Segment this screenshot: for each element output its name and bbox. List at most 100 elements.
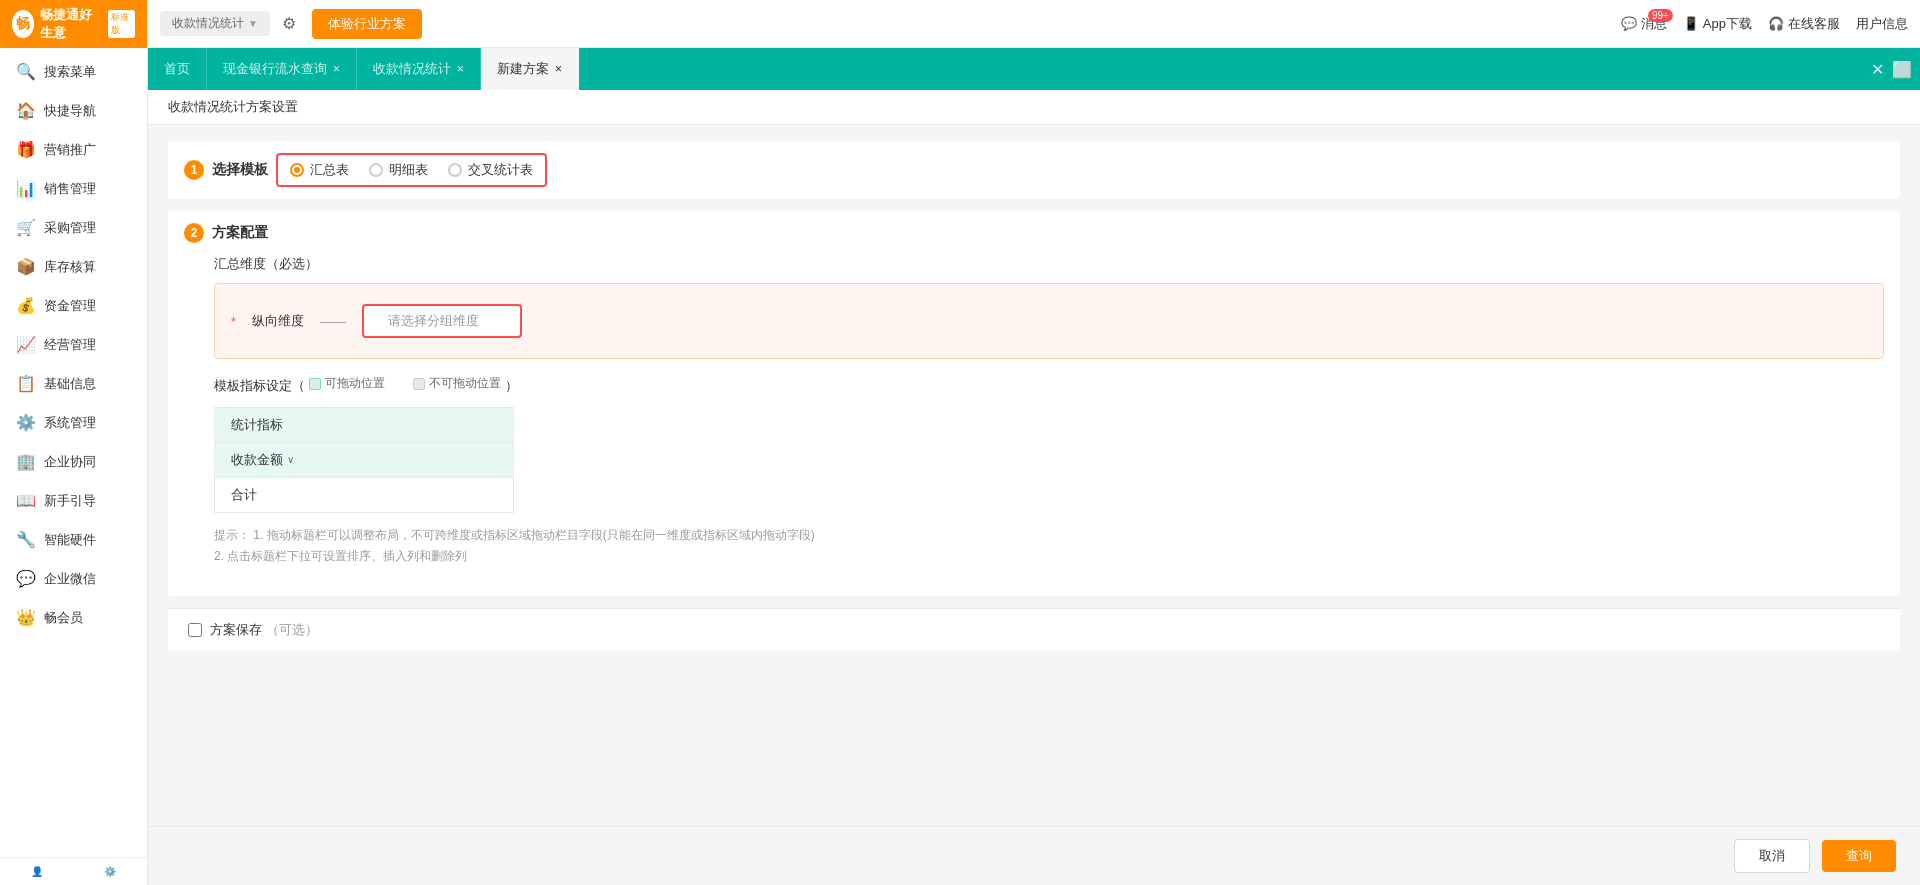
row-label: 纵向维度 [252, 312, 304, 330]
sidebar-item-finance[interactable]: 💰 资金管理 [0, 286, 147, 325]
app-download-label: App下载 [1703, 15, 1752, 33]
draggable-legend: 可拖动位置 [309, 375, 385, 392]
metrics-dropdown-arrow-icon: ∨ [287, 454, 294, 465]
sidebar-item-label: 快捷导航 [44, 102, 96, 120]
clipboard-icon: 📋 [16, 374, 36, 393]
metrics-table-row[interactable]: 收款金额 ∨ [215, 443, 513, 477]
trending-icon: 📈 [16, 335, 36, 354]
template-option-detail[interactable]: 明细表 [369, 161, 428, 179]
online-service-btn[interactable]: 🎧 在线客服 [1768, 15, 1840, 33]
template-cross-label: 交叉统计表 [468, 161, 533, 179]
metrics-section: 模板指标设定（ 可拖动位置 不可拖动位置 ） [214, 375, 1884, 513]
tab-home[interactable]: 首页 [148, 48, 207, 90]
logo-icon: 畅 [12, 10, 34, 38]
sidebar-item-smart-hw[interactable]: 🔧 智能硬件 [0, 520, 147, 559]
building-icon: 🏢 [16, 452, 36, 471]
tab-bank-flow-label: 现金银行流水查询 [223, 60, 327, 78]
dimension-arrow-icon: —— [320, 314, 346, 329]
metric-name: 收款金额 [231, 451, 283, 469]
metrics-dropdown[interactable]: 收款金额 ∨ [231, 451, 294, 469]
messages-btn[interactable]: 💬 消息 99+ [1621, 15, 1667, 33]
sidebar-item-guide[interactable]: 📖 新手引导 [0, 481, 147, 520]
dimension-area: * 纵向维度 —— 请选择分组维度 [214, 283, 1884, 359]
sidebar-item-wechat[interactable]: 💬 企业微信 [0, 559, 147, 598]
tab-receipt-stat-label: 收款情况统计 [373, 60, 451, 78]
step1-section: 1 选择模板 汇总表 明细表 [168, 141, 1900, 199]
gear-settings-icon[interactable]: ⚙ [282, 14, 296, 33]
content-area: 收款情况统计方案设置 1 选择模板 汇总表 [148, 90, 1920, 826]
tab-bank-flow[interactable]: 现金银行流水查询 × [207, 48, 357, 90]
step2-label: 方案配置 [212, 224, 268, 242]
sidebar-item-label: 经营管理 [44, 336, 96, 354]
crown-icon: 👑 [16, 608, 36, 627]
logo-text: 畅捷通好生意 [40, 6, 100, 42]
template-option-summary[interactable]: 汇总表 [290, 161, 349, 179]
app-icon: 📱 [1683, 16, 1699, 31]
tab-maximize-icon[interactable]: ⬜ [1892, 60, 1912, 79]
user-info-text: 用户信息 [1856, 15, 1908, 33]
sidebar-item-member[interactable]: 👑 畅会员 [0, 598, 147, 637]
query-button[interactable]: 查询 [1822, 840, 1896, 872]
metrics-title: 模板指标设定（ 可拖动位置 不可拖动位置 ） [214, 375, 518, 395]
not-draggable-label: 不可拖动位置 [429, 375, 501, 392]
tab-new-plan-close-icon[interactable]: × [555, 62, 562, 76]
required-mark: * [231, 314, 236, 329]
breadcrumb-text: 收款情况统计 [172, 15, 244, 32]
sidebar-item-label: 基础信息 [44, 375, 96, 393]
money-icon: 💰 [16, 296, 36, 315]
sidebar-item-enterprise[interactable]: 🏢 企业协同 [0, 442, 147, 481]
sidebar-item-quick-nav[interactable]: 🏠 快捷导航 [0, 91, 147, 130]
radio-cross [448, 163, 462, 177]
save-checkbox[interactable] [188, 623, 202, 637]
tab-new-plan[interactable]: 新建方案 × [481, 48, 579, 90]
radio-dot-summary [294, 167, 300, 173]
sidebar-item-sales[interactable]: 📊 销售管理 [0, 169, 147, 208]
sidebar-item-search-menu[interactable]: 🔍 搜索菜单 [0, 52, 147, 91]
sidebar-item-label: 企业微信 [44, 570, 96, 588]
sidebar-bottom-user[interactable]: 👤 [31, 866, 43, 877]
tab-receipt-stat-close-icon[interactable]: × [457, 62, 464, 76]
sidebar-item-marketing[interactable]: 🎁 营销推广 [0, 130, 147, 169]
not-draggable-dot [413, 378, 425, 390]
cancel-button[interactable]: 取消 [1734, 839, 1810, 873]
metrics-title-text: 模板指标设定（ [214, 378, 305, 393]
sidebar-item-purchase[interactable]: 🛒 采购管理 [0, 208, 147, 247]
sidebar-item-basic-info[interactable]: 📋 基础信息 [0, 364, 147, 403]
sidebar-item-operation[interactable]: 📈 经营管理 [0, 325, 147, 364]
sidebar-item-label: 新手引导 [44, 492, 96, 510]
sidebar-logo: 畅 畅捷通好生意 标准版 [0, 0, 147, 48]
logo-badge: 标准版 [108, 10, 135, 38]
radio-summary [290, 163, 304, 177]
template-option-cross[interactable]: 交叉统计表 [448, 161, 533, 179]
tab-close-all-icon[interactable]: ✕ [1871, 60, 1884, 79]
sidebar-bottom-settings[interactable]: ⚙️ [104, 866, 116, 877]
app-download-btn[interactable]: 📱 App下载 [1683, 15, 1752, 33]
tool-icon: 🔧 [16, 530, 36, 549]
sidebar-item-label: 企业协同 [44, 453, 96, 471]
cart-icon: 🛒 [16, 218, 36, 237]
message-badge: 99+ [1648, 9, 1673, 22]
form-area: 1 选择模板 汇总表 明细表 [148, 125, 1920, 826]
online-service-label: 在线客服 [1788, 15, 1840, 33]
trial-btn[interactable]: 体验行业方案 [312, 9, 422, 39]
header-right: 💬 消息 99+ 📱 App下载 🎧 在线客服 用户信息 [1621, 15, 1908, 33]
home-icon: 🏠 [16, 101, 36, 120]
tab-receipt-stat[interactable]: 收款情况统计 × [357, 48, 481, 90]
template-detail-label: 明细表 [389, 161, 428, 179]
sidebar-item-system[interactable]: ⚙️ 系统管理 [0, 403, 147, 442]
tab-home-label: 首页 [164, 60, 190, 78]
page-title-bar: 收款情况统计方案设置 [148, 90, 1920, 125]
save-label-text: 方案保存 [210, 622, 262, 637]
chat-icon: 💬 [16, 569, 36, 588]
dimension-placeholder: 请选择分组维度 [388, 313, 479, 328]
sidebar-item-inventory[interactable]: 📦 库存核算 [0, 247, 147, 286]
dimension-selector[interactable]: 请选择分组维度 [362, 304, 522, 338]
main-area: 收款情况统计 ▼ ⚙ 体验行业方案 💬 消息 99+ 📱 App下载 🎧 在线客… [148, 0, 1920, 885]
tab-bar: 首页 现金银行流水查询 × 收款情况统计 × 新建方案 × ✕ ⬜ [148, 48, 1920, 90]
user-info-btn[interactable]: 用户信息 [1856, 15, 1908, 33]
plan-config: 汇总维度（必选） * 纵向维度 —— 请选择分组维度 [168, 255, 1900, 596]
tab-bank-flow-close-icon[interactable]: × [333, 62, 340, 76]
sidebar-item-label: 营销推广 [44, 141, 96, 159]
radio-detail [369, 163, 383, 177]
search-menu-icon: 🔍 [16, 62, 36, 81]
